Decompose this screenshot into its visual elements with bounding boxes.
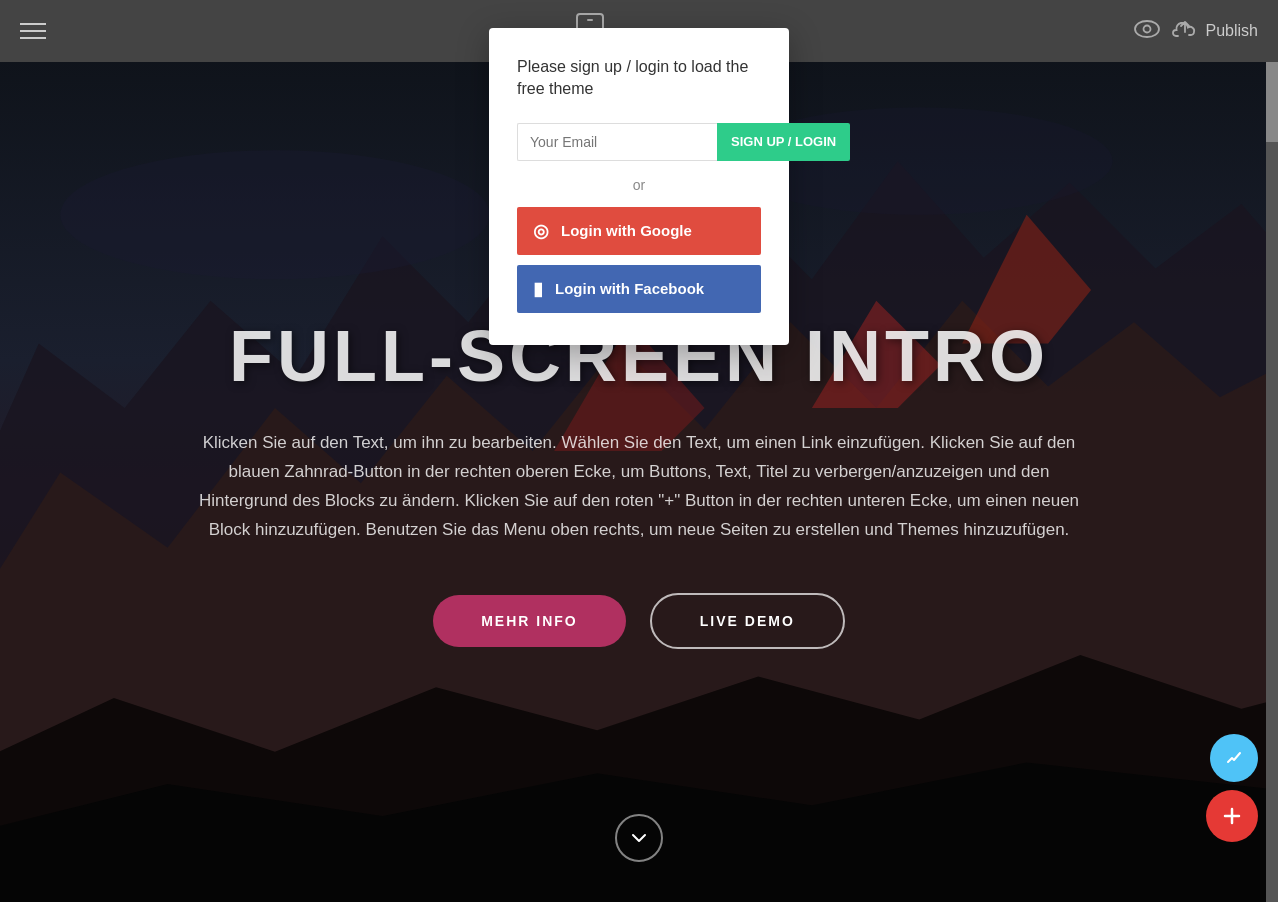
facebook-login-label: Login with Facebook — [555, 280, 704, 297]
modal-title: Please sign up / login to load the free … — [517, 56, 761, 101]
or-divider: or — [517, 177, 761, 193]
email-input[interactable] — [517, 123, 717, 161]
google-login-label: Login with Google — [561, 222, 692, 239]
modal-email-row: SIGN UP / LOGIN — [517, 123, 761, 161]
modal-overlay: Please sign up / login to load the free … — [0, 0, 1278, 902]
facebook-icon: ▮ — [533, 278, 543, 300]
google-login-button[interactable]: ◎ Login with Google — [517, 207, 761, 255]
facebook-login-button[interactable]: ▮ Login with Facebook — [517, 265, 761, 313]
google-icon: ◎ — [533, 220, 549, 242]
signup-button[interactable]: SIGN UP / LOGIN — [717, 123, 850, 161]
login-modal: Please sign up / login to load the free … — [489, 28, 789, 345]
